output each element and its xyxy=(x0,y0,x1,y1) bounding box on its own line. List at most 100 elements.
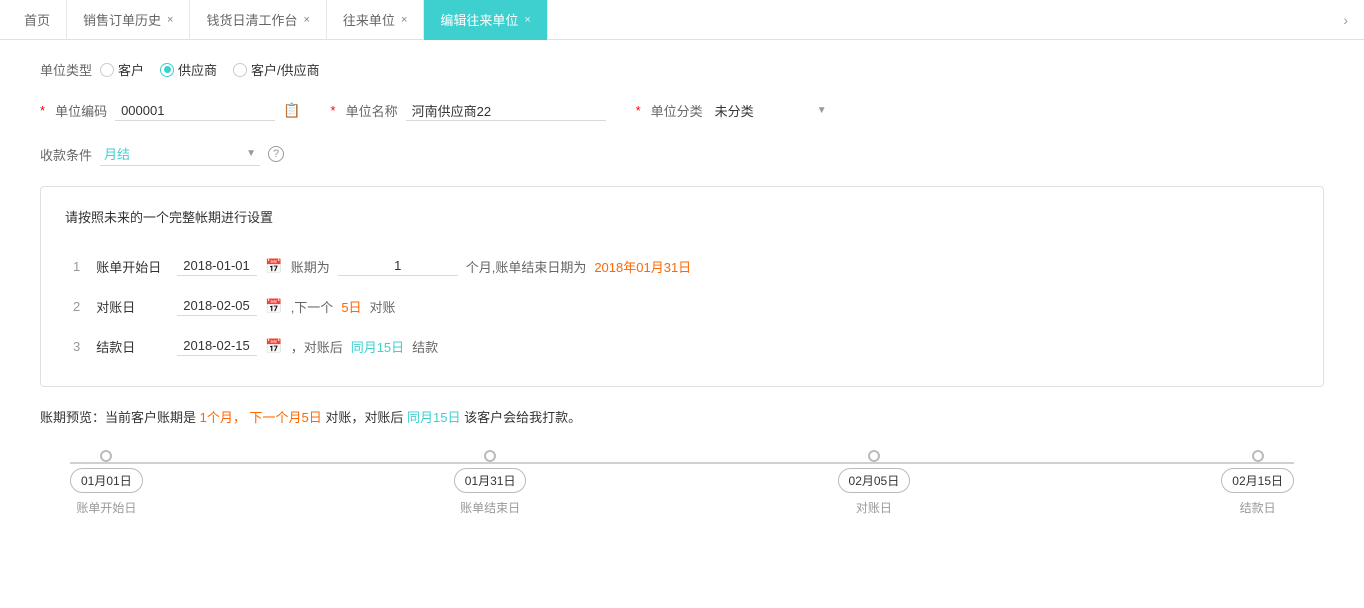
step-1-row: 1 账单开始日 📅 账期为 个月,账单结束日期为 2018年01月31日 xyxy=(65,246,1299,286)
step-2-label: 对账日 xyxy=(88,286,169,326)
unit-category-dropdown[interactable]: 未分类 ▼ xyxy=(711,99,831,122)
step-1-calendar-icon[interactable]: 📅 xyxy=(265,258,282,275)
tab-sales-history-close[interactable]: × xyxy=(167,14,173,26)
unit-category-star: * xyxy=(636,103,641,118)
step-1-num: 1 xyxy=(65,246,88,286)
preview-part5: 该客户会给我打款。 xyxy=(464,410,581,425)
preview-part3: 对账，对账后 xyxy=(325,410,403,425)
timeline-label-2: 账单结束日 xyxy=(460,499,520,516)
tab-home[interactable]: 首页 xyxy=(8,0,67,40)
timeline-items: 01月01日 账单开始日 01月31日 账单结束日 02月05日 对账日 02月… xyxy=(70,450,1294,516)
tab-partners-close[interactable]: × xyxy=(401,14,407,26)
timeline-point-1: 01月01日 账单开始日 xyxy=(70,450,143,516)
step-1-fields-inner: 📅 账期为 个月,账单结束日期为 2018年01月31日 xyxy=(177,256,1291,276)
step-2-date-input[interactable] xyxy=(177,296,257,316)
step-2-fields-inner: 📅 ,下一个 5日 对账 xyxy=(177,296,1291,316)
payment-terms-label: 收款条件 xyxy=(40,145,92,164)
preview-part1: 1个月， xyxy=(200,410,246,425)
step-3-desc-prefix: ，对账后 xyxy=(291,337,343,356)
unit-info-row: * 单位编码 📋 * 单位名称 * 单位分类 未分类 ▼ xyxy=(40,99,1324,122)
step-2-calendar-icon[interactable]: 📅 xyxy=(265,298,282,315)
settings-title: 请按照未来的一个完整帐期进行设置 xyxy=(65,207,1299,226)
step-3-desc-suffix: 结款 xyxy=(412,337,438,356)
timeline-point-4: 02月15日 结款日 xyxy=(1221,450,1294,516)
radio-group: 客户 供应商 客户/供应商 xyxy=(100,60,320,79)
tab-sales-history[interactable]: 销售订单历史 × xyxy=(67,0,190,40)
timeline-badge-2: 01月31日 xyxy=(454,468,527,493)
preview-part2: 下一个月5日 xyxy=(250,410,322,425)
step-3-calendar-icon[interactable]: 📅 xyxy=(265,338,282,355)
timeline-badge-3: 02月05日 xyxy=(838,468,911,493)
settings-box: 请按照未来的一个完整帐期进行设置 1 账单开始日 📅 账期为 个月,账单结束日期… xyxy=(40,186,1324,387)
preview-section: 账期预览：当前客户账期是 1个月， 下一个月5日 对账，对账后 同月15日 该客… xyxy=(40,407,1324,426)
payment-terms-field: 收款条件 月结 ▼ ? xyxy=(40,142,284,166)
tab-partners-label: 往来单位 xyxy=(343,10,395,29)
preview-label: 账期预览：当前客户账期是 xyxy=(40,410,196,425)
step-3-date-input[interactable] xyxy=(177,336,257,356)
unit-type-label: 单位类型 xyxy=(40,60,92,79)
step-3-row: 3 结款日 📅 ，对账后 同月15日 结款 xyxy=(65,326,1299,366)
tabs-chevron-right[interactable]: › xyxy=(1335,12,1356,28)
timeline-badge-1: 01月01日 xyxy=(70,468,143,493)
help-icon[interactable]: ? xyxy=(268,146,284,162)
timeline-point-2: 01月31日 账单结束日 xyxy=(454,450,527,516)
unit-name-label: 单位名称 xyxy=(346,101,398,120)
unit-name-field: * 单位名称 xyxy=(331,101,606,121)
step-1-period-input[interactable] xyxy=(338,256,458,276)
tab-sales-history-label: 销售订单历史 xyxy=(83,10,161,29)
timeline-point-3: 02月05日 对账日 xyxy=(838,450,911,516)
timeline-dot-3 xyxy=(868,450,880,462)
unit-code-label: 单位编码 xyxy=(55,101,107,120)
radio-supplier[interactable]: 供应商 xyxy=(160,60,217,79)
tab-edit-partner-close[interactable]: × xyxy=(524,14,530,26)
tab-partners[interactable]: 往来单位 × xyxy=(327,0,424,40)
step-1-end-date: 2018年01月31日 xyxy=(594,257,691,276)
step-3-fields: 📅 ，对账后 同月15日 结款 xyxy=(169,326,1299,366)
step-1-label: 账单开始日 xyxy=(88,246,169,286)
tab-edit-partner-label: 编辑往来单位 xyxy=(440,10,518,29)
step-1-period-unit: 个月,账单结束日期为 xyxy=(466,257,587,276)
step-2-num: 2 xyxy=(65,286,88,326)
step-1-mid-text: 账期为 xyxy=(291,257,330,276)
tab-home-label: 首页 xyxy=(24,10,50,29)
steps-table: 1 账单开始日 📅 账期为 个月,账单结束日期为 2018年01月31日 xyxy=(65,246,1299,366)
radio-supplier-label: 供应商 xyxy=(178,60,217,79)
unit-category-label: 单位分类 xyxy=(651,101,703,120)
radio-customer[interactable]: 客户 xyxy=(100,60,144,79)
timeline-dot-2 xyxy=(484,450,496,462)
step-2-row: 2 对账日 📅 ,下一个 5日 对账 xyxy=(65,286,1299,326)
step-1-date-input[interactable] xyxy=(177,256,257,276)
radio-customer-label: 客户 xyxy=(118,60,144,79)
unit-category-field: * 单位分类 未分类 ▼ xyxy=(636,99,831,122)
unit-name-star: * xyxy=(331,103,336,118)
timeline-dot-4 xyxy=(1252,450,1264,462)
unit-category-arrow: ▼ xyxy=(817,105,827,116)
radio-customer-circle xyxy=(100,63,114,77)
timeline-label-3: 对账日 xyxy=(856,499,892,516)
radio-both[interactable]: 客户/供应商 xyxy=(233,60,320,79)
tab-cash-workbench-label: 钱货日清工作台 xyxy=(206,10,297,29)
tabs-bar: 首页 销售订单历史 × 钱货日清工作台 × 往来单位 × 编辑往来单位 × › xyxy=(0,0,1364,40)
timeline-dot-1 xyxy=(100,450,112,462)
radio-both-label: 客户/供应商 xyxy=(251,60,320,79)
timeline-label-1: 账单开始日 xyxy=(76,499,136,516)
copy-icon[interactable]: 📋 xyxy=(283,102,300,119)
step-2-fields: 📅 ,下一个 5日 对账 xyxy=(169,286,1299,326)
unit-type-field: 单位类型 客户 供应商 客户/供应商 xyxy=(40,60,320,79)
unit-name-input[interactable] xyxy=(406,101,606,121)
step-3-fields-inner: 📅 ，对账后 同月15日 结款 xyxy=(177,336,1291,356)
payment-terms-dropdown[interactable]: 月结 ▼ xyxy=(100,142,260,166)
unit-code-star: * xyxy=(40,103,45,118)
step-3-label: 结款日 xyxy=(88,326,169,366)
step-2-desc-prefix: ,下一个 xyxy=(291,297,334,316)
tab-edit-partner[interactable]: 编辑往来单位 × xyxy=(424,0,547,40)
unit-category-value: 未分类 xyxy=(715,101,813,120)
step-2-highlight: 5日 xyxy=(341,297,361,316)
unit-code-input[interactable] xyxy=(115,101,275,121)
payment-terms-row: 收款条件 月结 ▼ ? xyxy=(40,142,1324,166)
step-1-fields: 📅 账期为 个月,账单结束日期为 2018年01月31日 xyxy=(169,246,1299,286)
tab-cash-workbench-close[interactable]: × xyxy=(303,14,309,26)
timeline: 01月01日 账单开始日 01月31日 账单结束日 02月05日 对账日 02月… xyxy=(40,450,1324,516)
preview-part4: 同月15日 xyxy=(407,410,460,425)
tab-cash-workbench[interactable]: 钱货日清工作台 × xyxy=(190,0,326,40)
